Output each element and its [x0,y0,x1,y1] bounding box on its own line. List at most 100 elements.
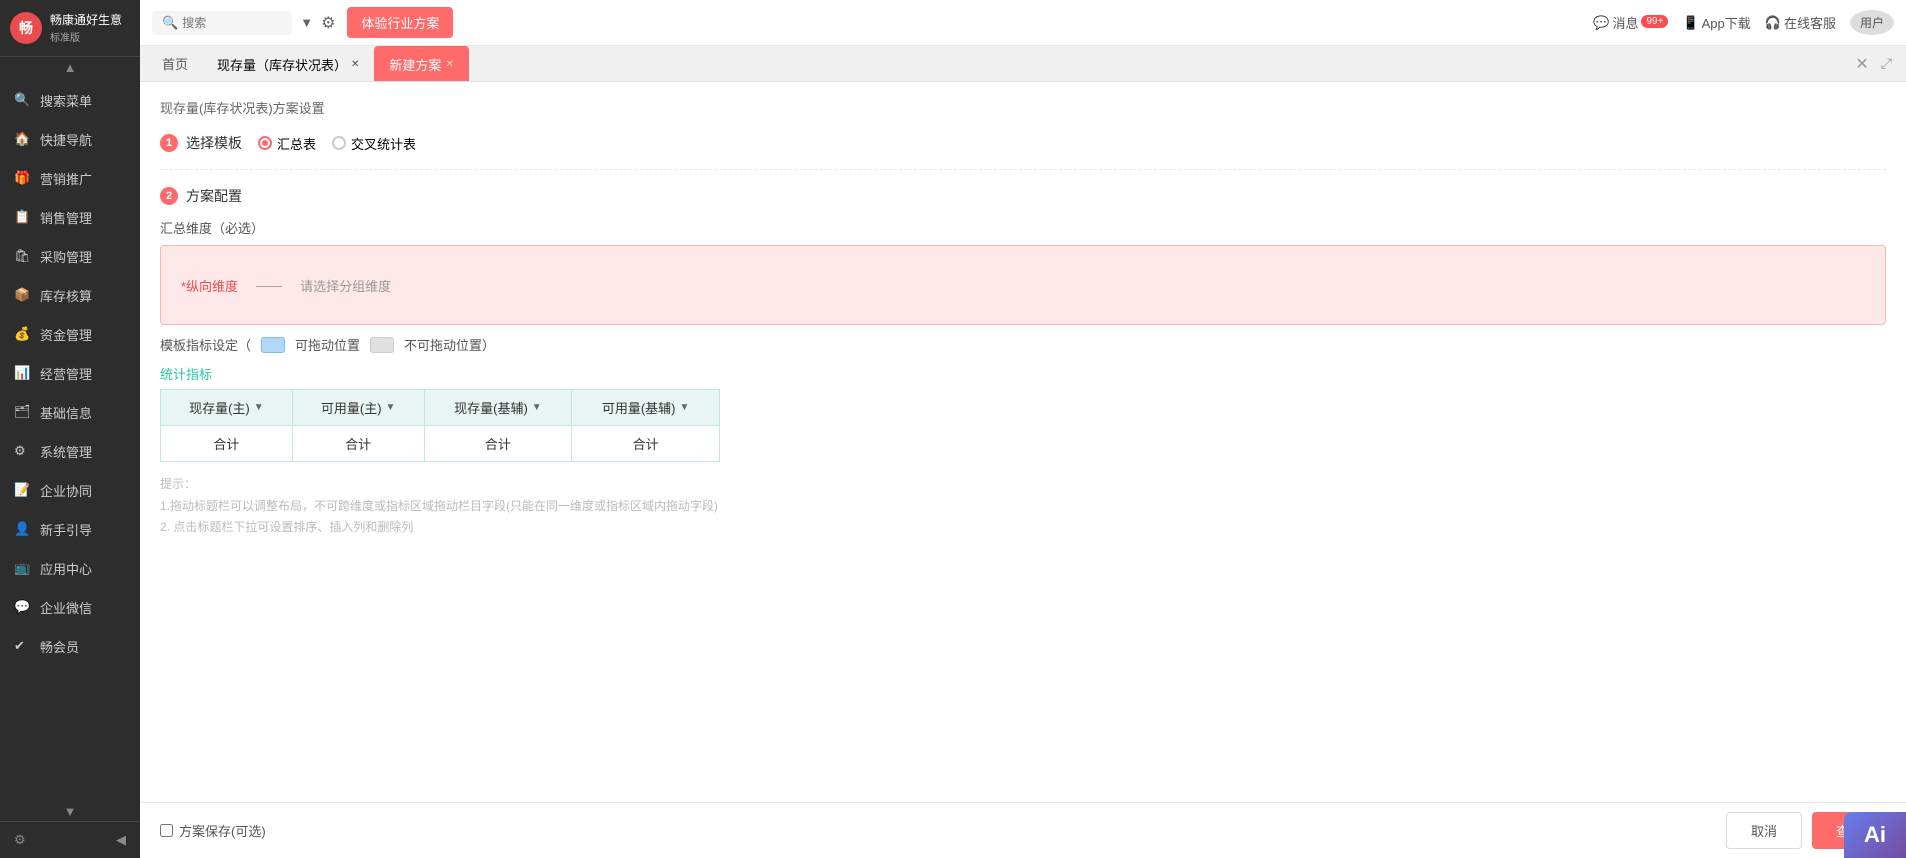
customer-service-btn[interactable]: 🎧 在线客服 [1765,13,1836,32]
sidebar-item-guide[interactable]: 👤 新手引导 [0,510,140,549]
tip-item-0: 1.拖动标题栏可以调整布局，不可跨维度或指标区域拖动栏目字段(只能在同一维度或指… [160,496,1886,518]
draggable-indicator [261,337,285,353]
tab-inventory-close[interactable]: ✕ [351,59,359,70]
sidebar-item-system[interactable]: ⚙ 系统管理 [0,432,140,471]
step2-label: 方案配置 [186,186,242,206]
contract-icon: 📝 [14,482,32,500]
sidebar-item-inventory[interactable]: 📦 库存核算 [0,276,140,315]
radio-summary-dot [258,136,272,150]
col-header-0[interactable]: 现存量(主) ▼ [161,390,293,426]
ai-badge[interactable]: Ai [1844,812,1906,858]
sidebar-item-search[interactable]: 🔍 搜索菜单 [0,81,140,120]
sidebar-scroll-down[interactable]: ▼ [0,801,140,821]
content: 现存量(库存状况表)方案设置 1 选择模板 汇总表 [140,82,1906,802]
save-label: 方案保存(可选) [179,821,266,840]
tab-inventory[interactable]: 现存量（库存状况表） ✕ [202,46,374,81]
search-bar[interactable]: 🔍 [152,11,292,35]
sidebar-item-operations[interactable]: 📊 经营管理 [0,354,140,393]
tab-home[interactable]: 首页 [148,48,202,79]
cancel-button[interactable]: 取消 [1726,812,1802,849]
sidebar-item-label: 系统管理 [40,442,92,461]
sidebar-item-apps[interactable]: 📺 应用中心 [0,549,140,588]
tab-expand-panel[interactable]: ⤢ [1875,55,1898,72]
radio-cross-dot [332,136,346,150]
tab-new-scheme-close[interactable]: ✕ [445,59,453,70]
step1-label: 选择模板 [186,133,242,153]
topbar-right: 💬 消息 99+ 📱 App下载 🎧 在线客服 用户 [1593,10,1894,35]
search-input[interactable] [182,16,282,30]
tab-new-scheme[interactable]: 新建方案 ✕ [374,46,468,81]
dimension-title: 汇总维度（必选） [160,218,1886,237]
collapse-icon[interactable]: ◀ [116,832,126,848]
chevron-down-icon-0: ▼ [254,402,264,413]
dimension-required-label: *纵向维度 [181,276,238,295]
sidebar-item-basic[interactable]: 🗂 基础信息 [0,393,140,432]
sidebar-item-label: 经营管理 [40,364,92,383]
sidebar-item-sales[interactable]: 📋 销售管理 [0,198,140,237]
member-icon: ✔ [14,638,32,656]
cell-0-3: 合计 [572,426,720,462]
radio-cross[interactable]: 交叉统计表 [332,134,416,153]
stats-title: 统计指标 [160,364,1886,383]
sales-icon: 📋 [14,209,32,227]
col-header-2[interactable]: 现存量(基辅) ▼ [424,390,572,426]
dimension-area[interactable]: *纵向维度 —— 请选择分组维度 [160,245,1886,325]
tab-close-panel[interactable]: ✕ [1849,54,1874,74]
tabbar: 首页 现存量（库存状况表） ✕ 新建方案 ✕ ✕ ⤢ [140,46,1906,82]
purchase-icon: 🛍 [14,248,32,266]
app-edition: 标准版 [50,29,122,44]
sidebar-item-wechat[interactable]: 💬 企业微信 [0,588,140,627]
app-logo-icon: 畅 [10,12,42,44]
sidebar-nav: 🔍 搜索菜单 🏠 快捷导航 🎁 营销推广 📋 销售管理 🛍 采购管理 📦 库存核… [0,77,140,801]
sidebar-item-finance[interactable]: 💰 资金管理 [0,315,140,354]
sidebar-item-marketing[interactable]: 🎁 营销推广 [0,159,140,198]
sidebar-item-label: 畅会员 [40,637,79,656]
apps-icon: 📺 [14,560,32,578]
section-scheme-config: 2 方案配置 汇总维度（必选） *纵向维度 —— 请选择分组维度 [160,186,1886,539]
sidebar-item-label: 营销推广 [40,169,92,188]
col-header-3[interactable]: 可用量(基辅) ▼ [572,390,720,426]
table-row-subtotal: 合计 合计 合计 合计 [161,426,720,462]
message-label: 消息 [1612,13,1638,32]
stats-table: 现存量(主) ▼ 可用量(主) ▼ [160,389,720,462]
sidebar-item-purchase[interactable]: 🛍 采购管理 [0,237,140,276]
wechat-icon: 💬 [14,599,32,617]
guide-icon: 👤 [14,521,32,539]
dropdown-icon[interactable]: ▼ [300,15,313,30]
stats-section: 统计指标 现存量(主) ▼ [160,364,1886,462]
sidebar-item-label: 应用中心 [40,559,92,578]
sidebar-item-contract[interactable]: 📝 企业协同 [0,471,140,510]
col-header-1[interactable]: 可用量(主) ▼ [292,390,424,426]
topbar: 🔍 ▼ ⚙ 体验行业方案 💬 消息 99+ 📱 App下载 🎧 在线客服 用户 [140,0,1906,46]
search-icon: 🔍 [14,92,32,110]
sidebar-item-label: 资金管理 [40,325,92,344]
app-download-btn[interactable]: 📱 App下载 [1682,13,1750,32]
radio-cross-label: 交叉统计表 [351,134,416,153]
template-radio-group: 汇总表 交叉统计表 [258,134,416,153]
sidebar: 畅 畅康通好生意 标准版 ▲ 🔍 搜索菜单 🏠 快捷导航 🎁 营销推广 📋 销售… [0,0,140,858]
customer-service-label: 在线客服 [1784,13,1836,32]
tip-item-1: 2. 点击标题栏下拉可设置排序、插入列和删除列 [160,517,1886,539]
save-checkbox[interactable] [160,824,173,837]
search-icon: 🔍 [162,15,178,31]
section2-header: 2 方案配置 [160,186,1886,206]
inventory-icon: 📦 [14,287,32,305]
user-avatar[interactable]: 用户 [1850,10,1894,35]
gear-icon[interactable]: ⚙ [321,13,335,33]
sidebar-item-label: 库存核算 [40,286,92,305]
sidebar-scroll-up[interactable]: ▲ [0,57,140,77]
sidebar-item-label: 采购管理 [40,247,92,266]
page-title: 现存量(库存状况表)方案设置 [160,98,1886,117]
sidebar-item-member[interactable]: ✔ 畅会员 [0,627,140,666]
sidebar-item-shortcuts[interactable]: 🏠 快捷导航 [0,120,140,159]
settings-icon[interactable]: ⚙ [14,832,26,848]
radio-summary[interactable]: 汇总表 [258,134,316,153]
content-inner: 现存量(库存状况表)方案设置 1 选择模板 汇总表 [140,82,1906,802]
step1-badge: 1 [160,134,178,152]
message-btn[interactable]: 💬 消息 99+ [1593,13,1668,32]
draggable-label: 可拖动位置 [295,335,360,354]
sidebar-item-label: 搜索菜单 [40,91,92,110]
tips-title: 提示： [160,477,196,491]
industry-btn[interactable]: 体验行业方案 [347,7,453,38]
radio-summary-label: 汇总表 [277,134,316,153]
